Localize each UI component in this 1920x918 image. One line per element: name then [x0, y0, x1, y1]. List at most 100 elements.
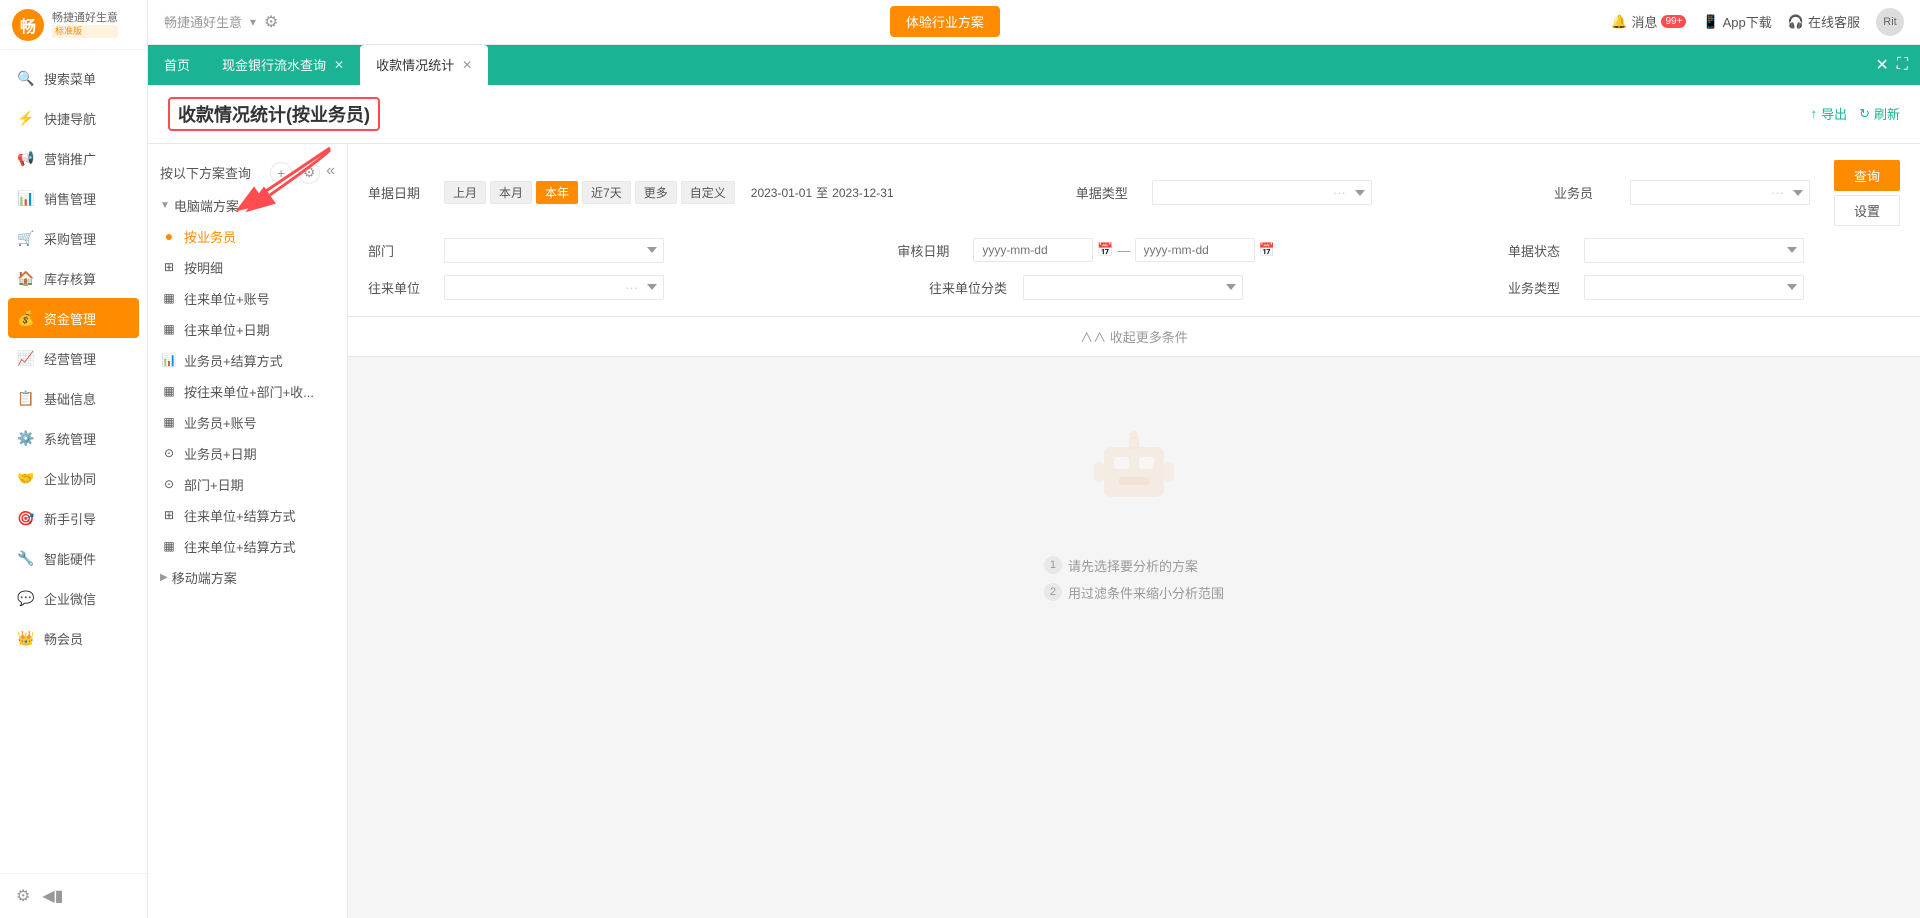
date-btn-7days[interactable]: 近7天 — [582, 181, 631, 204]
scheme-counterpart-settlement2[interactable]: ▦ 往来单位+结算方式 — [148, 531, 347, 562]
tab-close-bank-flow[interactable]: ✕ — [334, 58, 344, 72]
page-actions: ↑ 导出 ↻ 刷新 — [1811, 104, 1900, 123]
tab-fullscreen-icon[interactable]: ⛶ — [1897, 56, 1908, 74]
tab-home[interactable]: 首页 — [148, 45, 206, 85]
quick-nav-icon: ⚡ — [16, 108, 36, 128]
counterpart-classify-dropdown — [1023, 275, 1243, 300]
date-btn-more[interactable]: 更多 — [635, 181, 677, 204]
date-btn-custom[interactable]: 自定义 — [681, 181, 735, 204]
tab-close-all-icon[interactable]: ✕ — [1875, 55, 1888, 75]
sidebar-item-search[interactable]: 🔍 搜索菜单 — [0, 58, 147, 98]
review-date-from[interactable] — [973, 238, 1093, 262]
app-download-button[interactable]: 📱 App下载 — [1702, 12, 1771, 31]
scheme-counterpart-account[interactable]: ▦ 往来单位+账号 — [148, 283, 347, 314]
counterpart-dropdown: ··· — [444, 275, 664, 300]
counterpart-date-icon: ▦ — [160, 320, 178, 338]
filter-area: 单据日期 上月 本月 本年 近7天 更多 自定义 2023-01-01 至 20… — [348, 144, 1920, 317]
filter-row-2: 部门 审核日期 📅 — 📅 单据状态 — [368, 238, 1900, 263]
add-scheme-button[interactable]: + — [270, 162, 292, 184]
sidebar-item-member[interactable]: 👑 畅会员 — [0, 618, 147, 658]
online-service-button[interactable]: 🎧 在线客服 — [1788, 12, 1860, 31]
search-menu-icon: 🔍 — [16, 68, 36, 88]
cs1-icon: ⊞ — [160, 506, 178, 524]
tab-collection-stats[interactable]: 收款情况统计 ✕ — [360, 45, 488, 85]
settings-bottom-icon[interactable]: ⚙ — [16, 886, 30, 906]
enterprise-icon: 🤝 — [16, 468, 36, 488]
sidebar-item-basic-info[interactable]: 📋 基础信息 — [0, 378, 147, 418]
scheme-counterpart-date[interactable]: ▦ 往来单位+日期 — [148, 314, 347, 345]
sidebar-item-inventory[interactable]: 🏠 库存核算 — [0, 258, 147, 298]
user-avatar[interactable]: Rit — [1876, 8, 1904, 36]
export-button[interactable]: ↑ 导出 — [1811, 104, 1848, 123]
tab-close-collection-stats[interactable]: ✕ — [462, 58, 472, 72]
query-button[interactable]: 查询 — [1834, 160, 1900, 191]
salesperson-date-icon: ⊙ — [160, 444, 178, 462]
notification-badge: 99+ — [1661, 15, 1686, 28]
salesperson-account-icon: ▦ — [160, 413, 178, 431]
sidebar-item-wechat[interactable]: 💬 企业微信 — [0, 578, 147, 618]
collapse-panel-button[interactable]: « — [326, 162, 335, 184]
wechat-icon: 💬 — [16, 588, 36, 608]
tab-bar: 首页 现金银行流水查询 ✕ 收款情况统计 ✕ ✕ ⛶ — [148, 45, 1920, 85]
calendar-to-icon[interactable]: 📅 — [1259, 242, 1275, 258]
header-gear-icon[interactable]: ⚙ — [264, 12, 278, 32]
salesperson-scheme-icon: ● — [160, 227, 178, 245]
header-dropdown-icon[interactable]: ▾ — [250, 15, 256, 29]
guide-icon: 🎯 — [16, 508, 36, 528]
page-header: 收款情况统计(按业务员) ↑ 导出 ↻ 刷新 — [148, 85, 1920, 144]
header-right: 🔔 消息 99+ 📱 App下载 🎧 在线客服 Rit — [1611, 8, 1904, 36]
filter-row-1: 单据日期 上月 本月 本年 近7天 更多 自定义 2023-01-01 至 20… — [368, 160, 1900, 226]
sidebar-item-quicknav[interactable]: ⚡ 快捷导航 — [0, 98, 147, 138]
salesperson-dropdown: ··· — [1630, 180, 1810, 205]
sidebar-item-purchase[interactable]: 🛒 采购管理 — [0, 218, 147, 258]
collapse-more-button[interactable]: ∧∧ 收起更多条件 — [1080, 330, 1188, 345]
sidebar-item-guide[interactable]: 🎯 新手引导 — [0, 498, 147, 538]
mobile-section-header[interactable]: ▶ 移动端方案 — [148, 562, 347, 593]
scheme-counterpart-dept-recv[interactable]: ▦ 按往来单位+部门+收... — [148, 376, 347, 407]
scheme-dept-date[interactable]: ⊙ 部门+日期 — [148, 469, 347, 500]
date-btn-this-month[interactable]: 本月 — [490, 181, 532, 204]
review-date-inputs: 📅 — 📅 — [973, 238, 1274, 262]
scheme-salesperson-account[interactable]: ▦ 业务员+账号 — [148, 407, 347, 438]
dept-dropdown — [444, 238, 664, 263]
scheme-by-detail[interactable]: ⊞ 按明细 — [148, 252, 347, 283]
counterpart-more-icon[interactable]: ··· — [625, 280, 638, 295]
settings-scheme-button[interactable]: ⚙ — [298, 162, 320, 184]
tab-bank-flow[interactable]: 现金银行流水查询 ✕ — [206, 45, 360, 85]
refresh-button[interactable]: ↻ 刷新 — [1859, 104, 1900, 123]
date-range-display: 2023-01-01 至 2023-12-31 — [751, 184, 894, 201]
trial-button[interactable]: 体验行业方案 — [890, 6, 1000, 37]
business-type-select[interactable] — [1584, 275, 1804, 300]
collapse-sidebar-icon[interactable]: ◀▮ — [42, 886, 63, 906]
date-btn-last-month[interactable]: 上月 — [444, 181, 486, 204]
sidebar-item-sales[interactable]: 📊 销售管理 — [0, 178, 147, 218]
voucher-status-select[interactable] — [1584, 238, 1804, 263]
review-date-to[interactable] — [1135, 238, 1255, 262]
sidebar-item-operations[interactable]: 📈 经营管理 — [0, 338, 147, 378]
calendar-from-icon[interactable]: 📅 — [1097, 242, 1113, 258]
desktop-section-header[interactable]: ▼ 电脑端方案 — [148, 190, 347, 221]
counterpart-classify-select[interactable] — [1023, 275, 1243, 300]
sidebar-item-marketing[interactable]: 📢 营销推广 — [0, 138, 147, 178]
salesperson-more-icon[interactable]: ··· — [1771, 185, 1784, 200]
scheme-salesperson-settlement[interactable]: 📊 业务员+结算方式 — [148, 345, 347, 376]
sidebar-item-sysadmin[interactable]: ⚙️ 系统管理 — [0, 418, 147, 458]
logo-icon: 畅 — [12, 9, 44, 41]
voucher-type-dropdown[interactable]: ··· — [1152, 180, 1372, 205]
date-btn-this-year[interactable]: 本年 — [536, 181, 578, 204]
notifications-button[interactable]: 🔔 消息 99+ — [1611, 12, 1686, 31]
settings-button[interactable]: 设置 — [1834, 195, 1900, 226]
scheme-counterpart-settlement1[interactable]: ⊞ 往来单位+结算方式 — [148, 500, 347, 531]
sidebar-item-smarthw[interactable]: 🔧 智能硬件 — [0, 538, 147, 578]
detail-scheme-icon: ⊞ — [160, 258, 178, 276]
sidebar-item-enterprise[interactable]: 🤝 企业协同 — [0, 458, 147, 498]
empty-state: 1 请先选择要分析的方案 2 用过滤条件来缩小分析范围 — [348, 357, 1920, 670]
scheme-salesperson-date[interactable]: ⊙ 业务员+日期 — [148, 438, 347, 469]
member-icon: 👑 — [16, 628, 36, 648]
sidebar-item-finance[interactable]: 💰 资金管理 — [8, 298, 139, 338]
scheme-by-salesperson[interactable]: ● 按业务员 — [148, 221, 347, 252]
left-panel: 按以下方案查询 + ⚙ « ▼ 电脑端方案 ● 按业务员 ⊞ 按明细 — [148, 144, 348, 918]
dept-select[interactable] — [444, 238, 664, 263]
tip-item-2: 2 用过滤条件来缩小分析范围 — [1044, 583, 1224, 602]
voucher-type-clear-icon[interactable]: ··· — [1333, 185, 1346, 200]
